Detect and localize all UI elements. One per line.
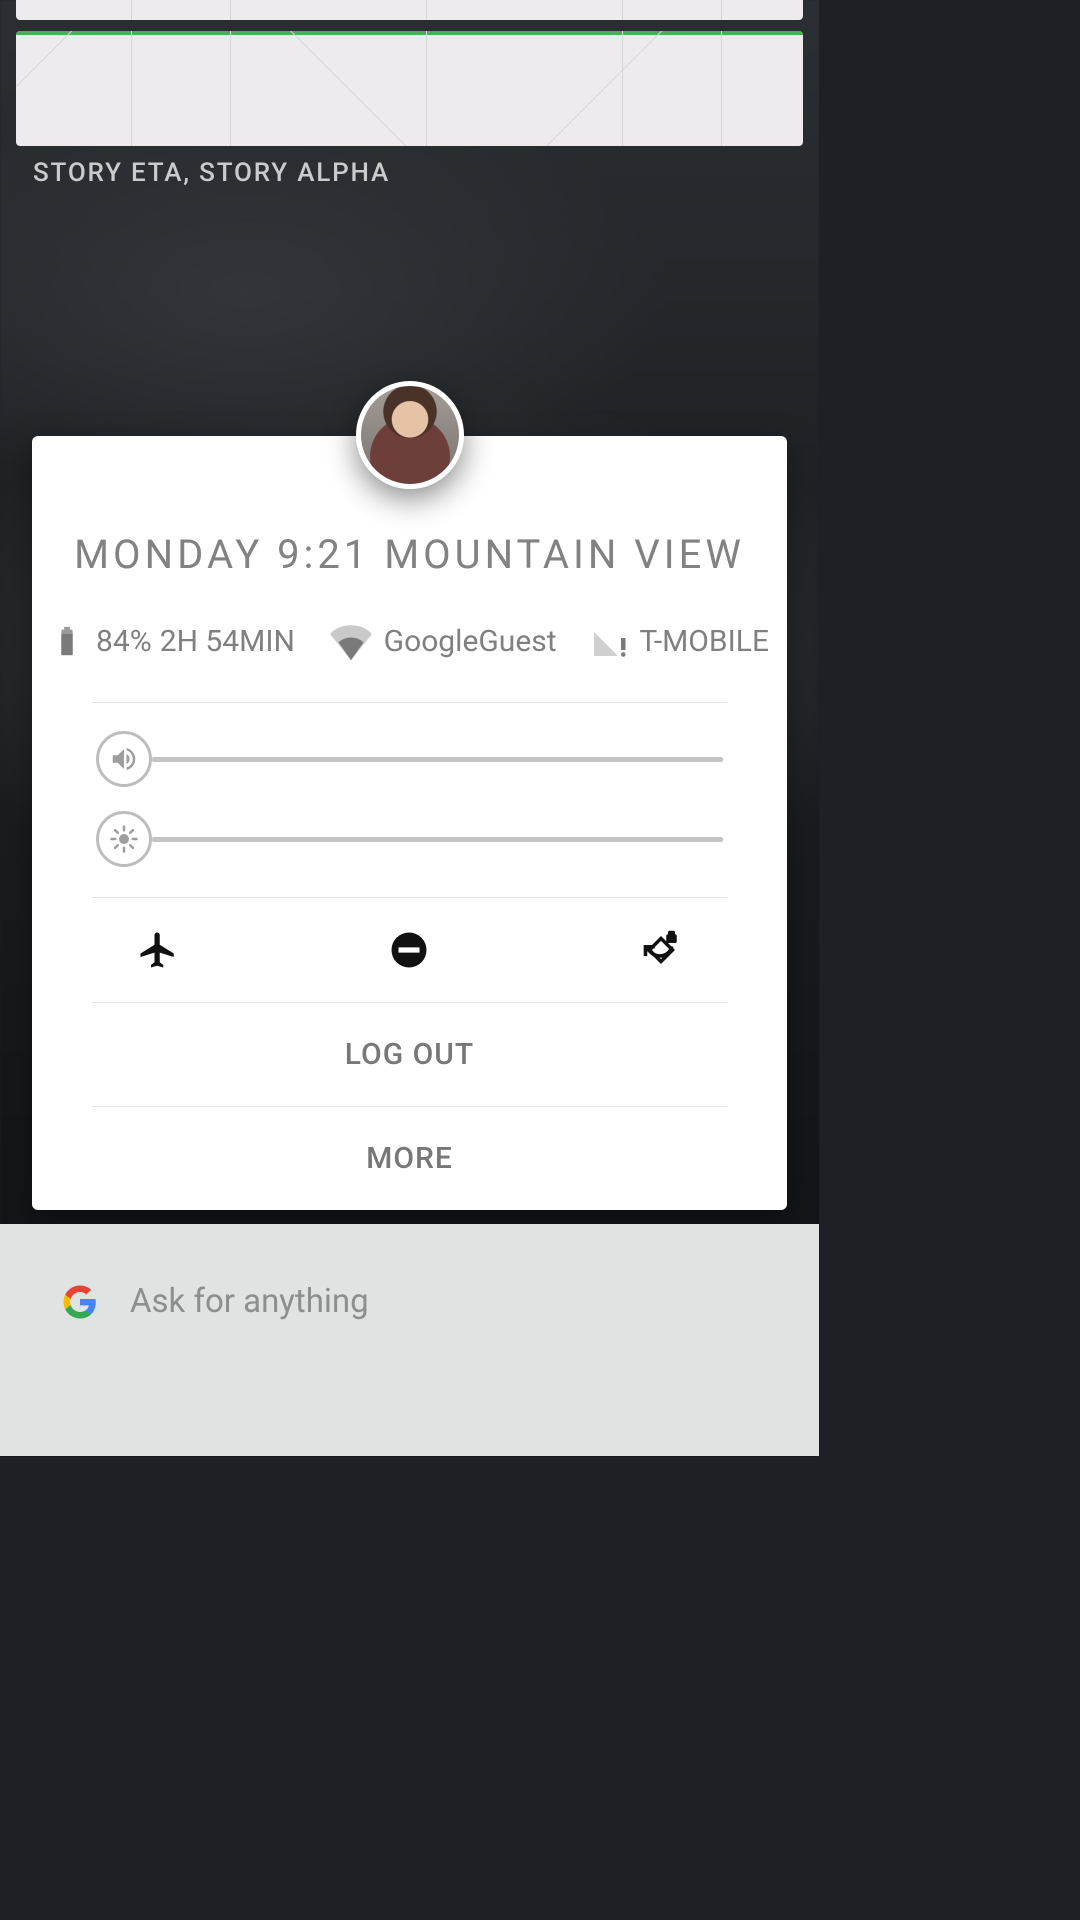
search-placeholder: Ask for anything <box>130 1282 369 1321</box>
placeholder-strip <box>16 31 803 146</box>
datetime-location: MONDAY 9:21 MOUNTAIN VIEW <box>32 531 787 620</box>
volume-slider[interactable] <box>96 731 723 787</box>
story-label: STORY ETA, STORY ALPHA <box>33 158 390 188</box>
avatar[interactable] <box>356 381 464 489</box>
airplane-mode-toggle[interactable] <box>128 920 188 980</box>
more-button[interactable]: MORE <box>32 1107 787 1210</box>
wifi-status[interactable]: GoogleGuest <box>330 620 557 662</box>
wifi-network: GoogleGuest <box>384 624 557 659</box>
do-not-disturb-icon <box>388 929 430 971</box>
wifi-icon <box>330 620 372 662</box>
cell-signal-icon <box>591 623 627 659</box>
battery-icon <box>50 624 84 658</box>
placeholder-strip-top <box>16 0 803 20</box>
brightness-track[interactable] <box>152 837 723 842</box>
battery-status[interactable]: 84% 2H 54MIN <box>50 624 295 659</box>
google-logo-icon <box>62 1284 98 1320</box>
brightness-slider[interactable] <box>96 811 723 867</box>
do-not-disturb-toggle[interactable] <box>379 920 439 980</box>
cell-status[interactable]: T-MOBILE <box>591 623 769 659</box>
brightness-icon <box>96 811 152 867</box>
status-row: 84% 2H 54MIN GoogleGuest T-MOBILE <box>32 620 787 702</box>
volume-track[interactable] <box>152 757 723 762</box>
status-card: MONDAY 9:21 MOUNTAIN VIEW 84% 2H 54MIN G… <box>32 436 787 1210</box>
rotation-lock-icon <box>640 929 682 971</box>
log-out-button[interactable]: LOG OUT <box>32 1003 787 1106</box>
battery-remaining: 2H 54MIN <box>160 624 295 659</box>
cell-carrier: T-MOBILE <box>639 624 769 659</box>
airplane-icon <box>137 929 179 971</box>
search-area: Ask for anything <box>0 1224 819 1456</box>
rotation-lock-toggle[interactable] <box>631 920 691 980</box>
battery-percent: 84% <box>96 624 152 659</box>
search-bar[interactable]: Ask for anything <box>0 1224 819 1321</box>
volume-icon <box>96 731 152 787</box>
